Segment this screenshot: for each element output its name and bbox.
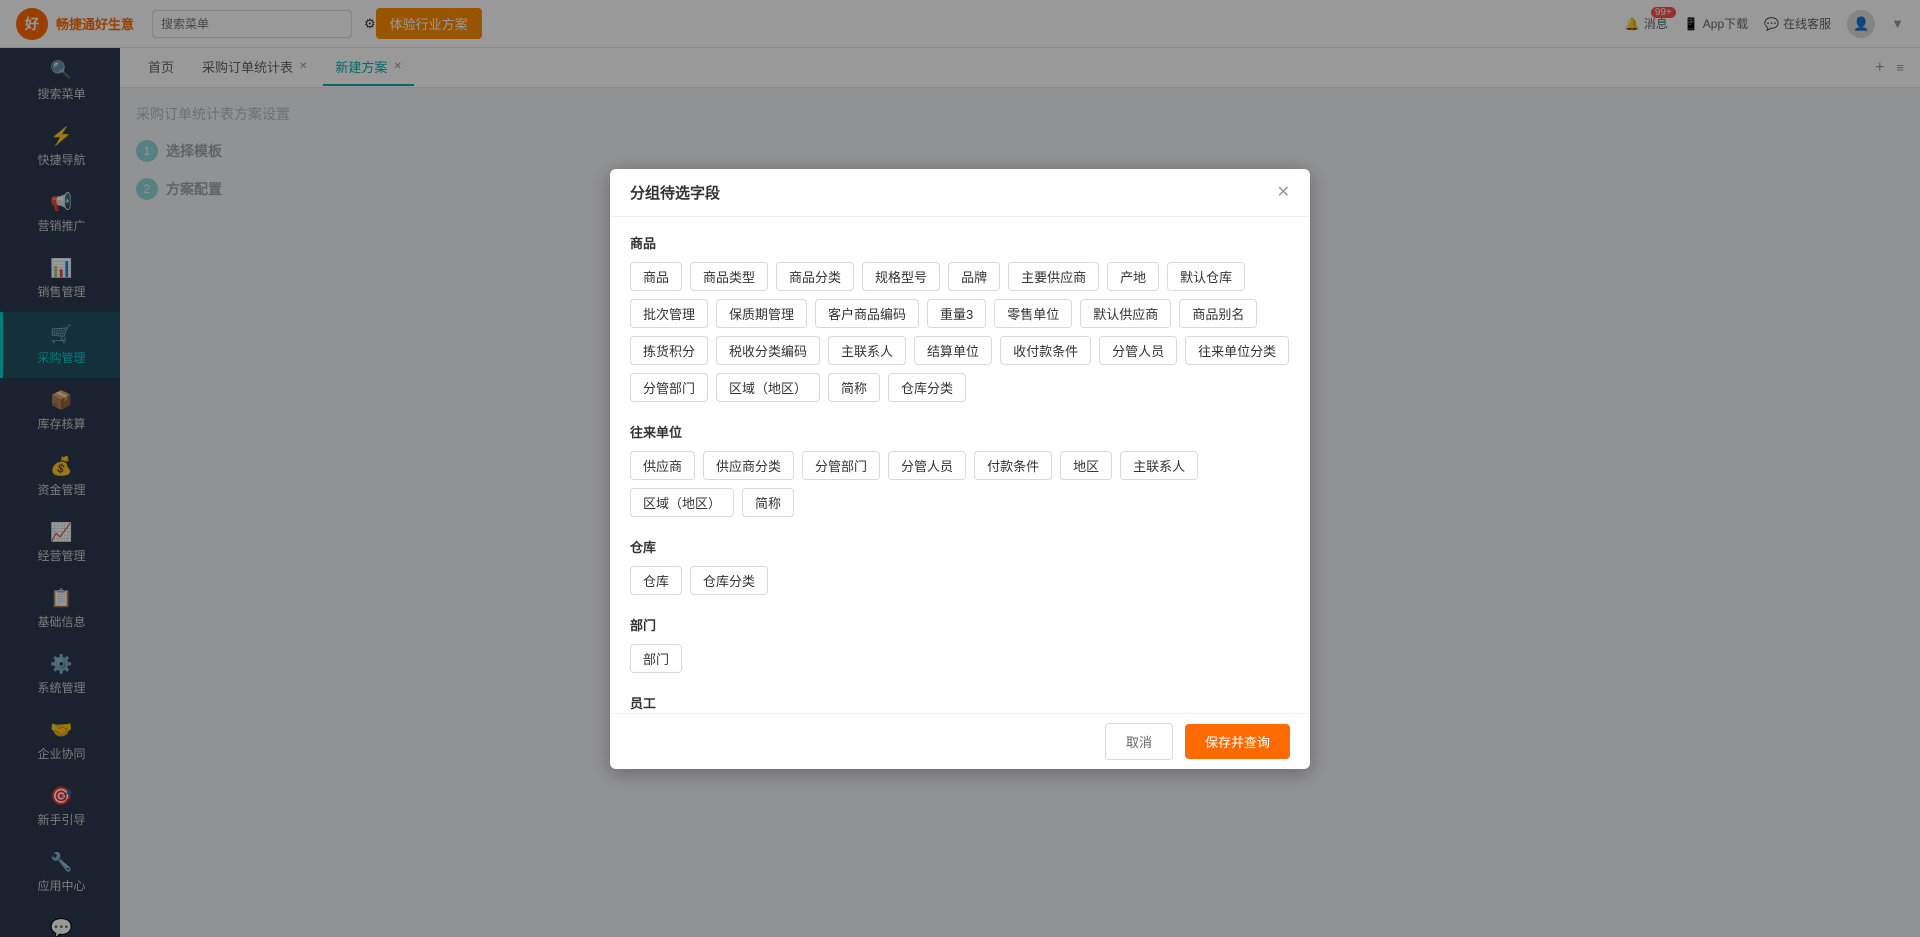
modal-overlay: 分组待选字段 ✕ 商品商品商品类型商品分类规格型号品牌主要供应商产地默认仓库批次… bbox=[0, 0, 1920, 937]
field-tag[interactable]: 分管部门 bbox=[802, 451, 880, 480]
field-tag[interactable]: 税收分类编码 bbox=[716, 336, 820, 365]
field-tags-warehouse: 仓库仓库分类 bbox=[630, 566, 1290, 595]
field-tag[interactable]: 拣货积分 bbox=[630, 336, 708, 365]
field-tag[interactable]: 零售单位 bbox=[994, 299, 1072, 328]
section-employee: 员工业务员 bbox=[630, 693, 1290, 713]
section-title-product: 商品 bbox=[630, 233, 1290, 252]
field-tag[interactable]: 部门 bbox=[630, 644, 682, 673]
field-tag[interactable]: 付款条件 bbox=[974, 451, 1052, 480]
field-tag[interactable]: 结算单位 bbox=[914, 336, 992, 365]
modal-close-btn[interactable]: ✕ bbox=[1277, 182, 1290, 202]
field-tag[interactable]: 商品分类 bbox=[776, 262, 854, 291]
field-tags-partner: 供应商供应商分类分管部门分管人员付款条件地区主联系人区域（地区） 简称 bbox=[630, 451, 1290, 517]
field-tag[interactable]: 分管人员 bbox=[1099, 336, 1177, 365]
field-tag[interactable]: 客户商品编码 bbox=[815, 299, 919, 328]
confirm-button[interactable]: 保存并查询 bbox=[1185, 724, 1290, 759]
section-department: 部门部门 bbox=[630, 615, 1290, 673]
field-tag[interactable]: 品牌 bbox=[948, 262, 1000, 291]
field-tag[interactable]: 产地 bbox=[1107, 262, 1159, 291]
field-tag[interactable]: 区域（地区） bbox=[716, 373, 820, 402]
section-product: 商品商品商品类型商品分类规格型号品牌主要供应商产地默认仓库批次管理保质期管理客户… bbox=[630, 233, 1290, 402]
section-partner: 往来单位供应商供应商分类分管部门分管人员付款条件地区主联系人区域（地区） 简称 bbox=[630, 422, 1290, 517]
modal-footer: 取消 保存并查询 bbox=[610, 713, 1310, 769]
field-tag[interactable]: 地区 bbox=[1060, 451, 1112, 480]
field-tag[interactable]: 仓库分类 bbox=[888, 373, 966, 402]
field-tag[interactable]: 商品别名 bbox=[1179, 299, 1257, 328]
field-tag[interactable]: 主要供应商 bbox=[1008, 262, 1099, 291]
field-tag[interactable]: 收付款条件 bbox=[1000, 336, 1091, 365]
section-title-department: 部门 bbox=[630, 615, 1290, 634]
field-tag[interactable]: 主联系人 bbox=[1120, 451, 1198, 480]
field-tag[interactable]: 供应商分类 bbox=[703, 451, 794, 480]
field-tag[interactable]: 重量3 bbox=[927, 299, 986, 328]
field-tag[interactable]: 商品 bbox=[630, 262, 682, 291]
field-tag[interactable]: 供应商 bbox=[630, 451, 695, 480]
modal-body: 商品商品商品类型商品分类规格型号品牌主要供应商产地默认仓库批次管理保质期管理客户… bbox=[610, 217, 1310, 713]
section-title-employee: 员工 bbox=[630, 693, 1290, 712]
field-tags-department: 部门 bbox=[630, 644, 1290, 673]
field-tag[interactable]: 简称 bbox=[828, 373, 880, 402]
field-tag[interactable]: 商品类型 bbox=[690, 262, 768, 291]
field-tag[interactable]: 仓库分类 bbox=[690, 566, 768, 595]
field-tag[interactable]: 默认仓库 bbox=[1167, 262, 1245, 291]
field-tag[interactable]: 往来单位分类 bbox=[1185, 336, 1289, 365]
field-tag[interactable]: 分管部门 bbox=[630, 373, 708, 402]
field-tag[interactable]: 保质期管理 bbox=[716, 299, 807, 328]
field-tag[interactable]: 主联系人 bbox=[828, 336, 906, 365]
field-tags-product: 商品商品类型商品分类规格型号品牌主要供应商产地默认仓库批次管理保质期管理客户商品… bbox=[630, 262, 1290, 402]
cancel-button[interactable]: 取消 bbox=[1105, 723, 1173, 760]
modal-header: 分组待选字段 ✕ bbox=[610, 169, 1310, 217]
field-tag[interactable]: 简称 bbox=[742, 488, 794, 517]
field-tag[interactable]: 分管人员 bbox=[888, 451, 966, 480]
field-tag[interactable]: 仓库 bbox=[630, 566, 682, 595]
field-tag[interactable]: 批次管理 bbox=[630, 299, 708, 328]
field-tag[interactable]: 规格型号 bbox=[862, 262, 940, 291]
field-tag[interactable]: 默认供应商 bbox=[1080, 299, 1171, 328]
field-tag[interactable]: 区域（地区） bbox=[630, 488, 734, 517]
modal: 分组待选字段 ✕ 商品商品商品类型商品分类规格型号品牌主要供应商产地默认仓库批次… bbox=[610, 169, 1310, 769]
section-title-warehouse: 仓库 bbox=[630, 537, 1290, 556]
modal-title: 分组待选字段 bbox=[630, 182, 720, 203]
section-warehouse: 仓库仓库仓库分类 bbox=[630, 537, 1290, 595]
section-title-partner: 往来单位 bbox=[630, 422, 1290, 441]
